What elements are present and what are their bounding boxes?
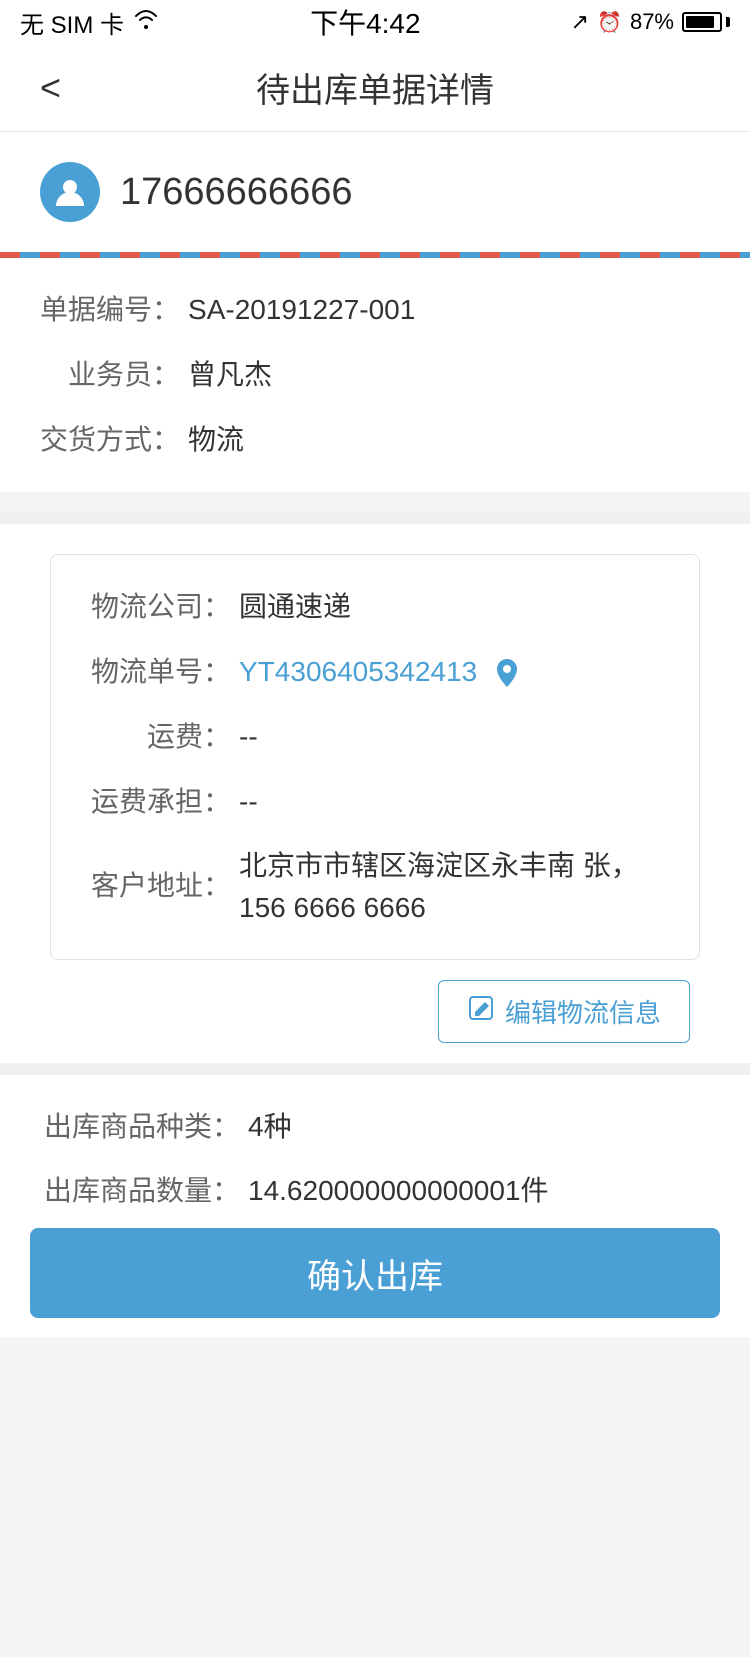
goods-qty-value: 14.620000000000001件 — [248, 1169, 710, 1214]
status-left: 无 SIM 卡 — [20, 5, 160, 40]
goods-type-label: 出库商品种类： — [40, 1105, 240, 1150]
gps-icon: ↗ — [571, 9, 589, 35]
freight-label: 运费： — [91, 715, 231, 760]
main-content: 17666666666 单据编号： SA-20191227-001 业务员： 曾… — [0, 132, 750, 1657]
edit-icon — [467, 994, 495, 1029]
salesman-label: 业务员： — [40, 353, 180, 398]
freight-bearer-row: 运费承担： -- — [91, 780, 659, 825]
alarm-icon: ⏰ — [597, 10, 622, 35]
logistics-tracking-value: YT4306405342413 — [239, 650, 477, 695]
logistics-company-value: 圆通速递 — [239, 585, 659, 630]
logistics-tracking-row: 物流单号： YT4306405342413 — [91, 650, 659, 695]
goods-type-value: 4种 — [248, 1105, 710, 1150]
address-label: 客户地址： — [91, 864, 231, 909]
salesman-value: 曾凡杰 — [188, 353, 710, 398]
logistics-section: 物流公司： 圆通速递 物流单号： YT4306405342413 运费： -- — [50, 554, 700, 959]
separator-1 — [0, 512, 750, 524]
delivery-row: 交货方式： 物流 — [40, 418, 710, 463]
address-value: 北京市市辖区海淀区永丰南 张，156 6666 6666 — [239, 845, 659, 929]
wifi-icon — [132, 8, 160, 36]
bottom-spacer — [0, 1337, 750, 1537]
battery-percent: 87% — [630, 9, 674, 35]
edit-logistics-label: 编辑物流信息 — [505, 993, 661, 1030]
location-pin-icon[interactable] — [489, 655, 525, 691]
nav-bar: < 待出库单据详情 — [0, 44, 750, 132]
status-right: ↗ ⏰ 87% — [571, 9, 730, 35]
tracking-row: YT4306405342413 — [231, 650, 525, 695]
status-bar: 无 SIM 卡 下午4:42 ↗ ⏰ 87% — [0, 0, 750, 44]
freight-value: -- — [239, 715, 659, 760]
customer-phone: 17666666666 — [120, 171, 352, 214]
doc-no-label: 单据编号： — [40, 288, 180, 333]
delivery-label: 交货方式： — [40, 418, 180, 463]
page-title: 待出库单据详情 — [256, 63, 494, 112]
sim-status: 无 SIM 卡 — [20, 5, 124, 40]
avatar — [40, 162, 100, 222]
confirm-outbound-button[interactable]: 确认出库 — [30, 1228, 720, 1318]
edit-logistics-button[interactable]: 编辑物流信息 — [438, 980, 690, 1043]
freight-bearer-label: 运费承担： — [91, 780, 231, 825]
goods-qty-row: 出库商品数量： 14.620000000000001件 — [40, 1169, 710, 1214]
order-info-section: 单据编号： SA-20191227-001 业务员： 曾凡杰 交货方式： 物流 — [0, 258, 750, 492]
back-button[interactable]: < — [30, 57, 71, 119]
customer-section: 17666666666 — [0, 132, 750, 252]
edit-btn-row: 编辑物流信息 — [30, 980, 720, 1063]
logistics-company-label: 物流公司： — [91, 585, 231, 630]
salesman-row: 业务员： 曾凡杰 — [40, 353, 710, 398]
doc-no-row: 单据编号： SA-20191227-001 — [40, 288, 710, 333]
freight-row: 运费： -- — [91, 715, 659, 760]
goods-qty-label: 出库商品数量： — [40, 1169, 240, 1214]
doc-no-value: SA-20191227-001 — [188, 288, 710, 333]
address-row: 客户地址： 北京市市辖区海淀区永丰南 张，156 6666 6666 — [91, 845, 659, 929]
status-time: 下午4:42 — [310, 2, 421, 42]
battery-icon — [682, 12, 730, 32]
logistics-company-row: 物流公司： 圆通速递 — [91, 585, 659, 630]
separator-2 — [0, 1063, 750, 1075]
confirm-btn-label: 确认出库 — [307, 1249, 443, 1298]
logistics-tracking-label: 物流单号： — [91, 650, 231, 695]
delivery-value: 物流 — [188, 418, 710, 463]
goods-type-row: 出库商品种类： 4种 — [40, 1105, 710, 1150]
freight-bearer-value: -- — [239, 780, 659, 825]
confirm-btn-container: 确认出库 — [0, 1212, 750, 1334]
